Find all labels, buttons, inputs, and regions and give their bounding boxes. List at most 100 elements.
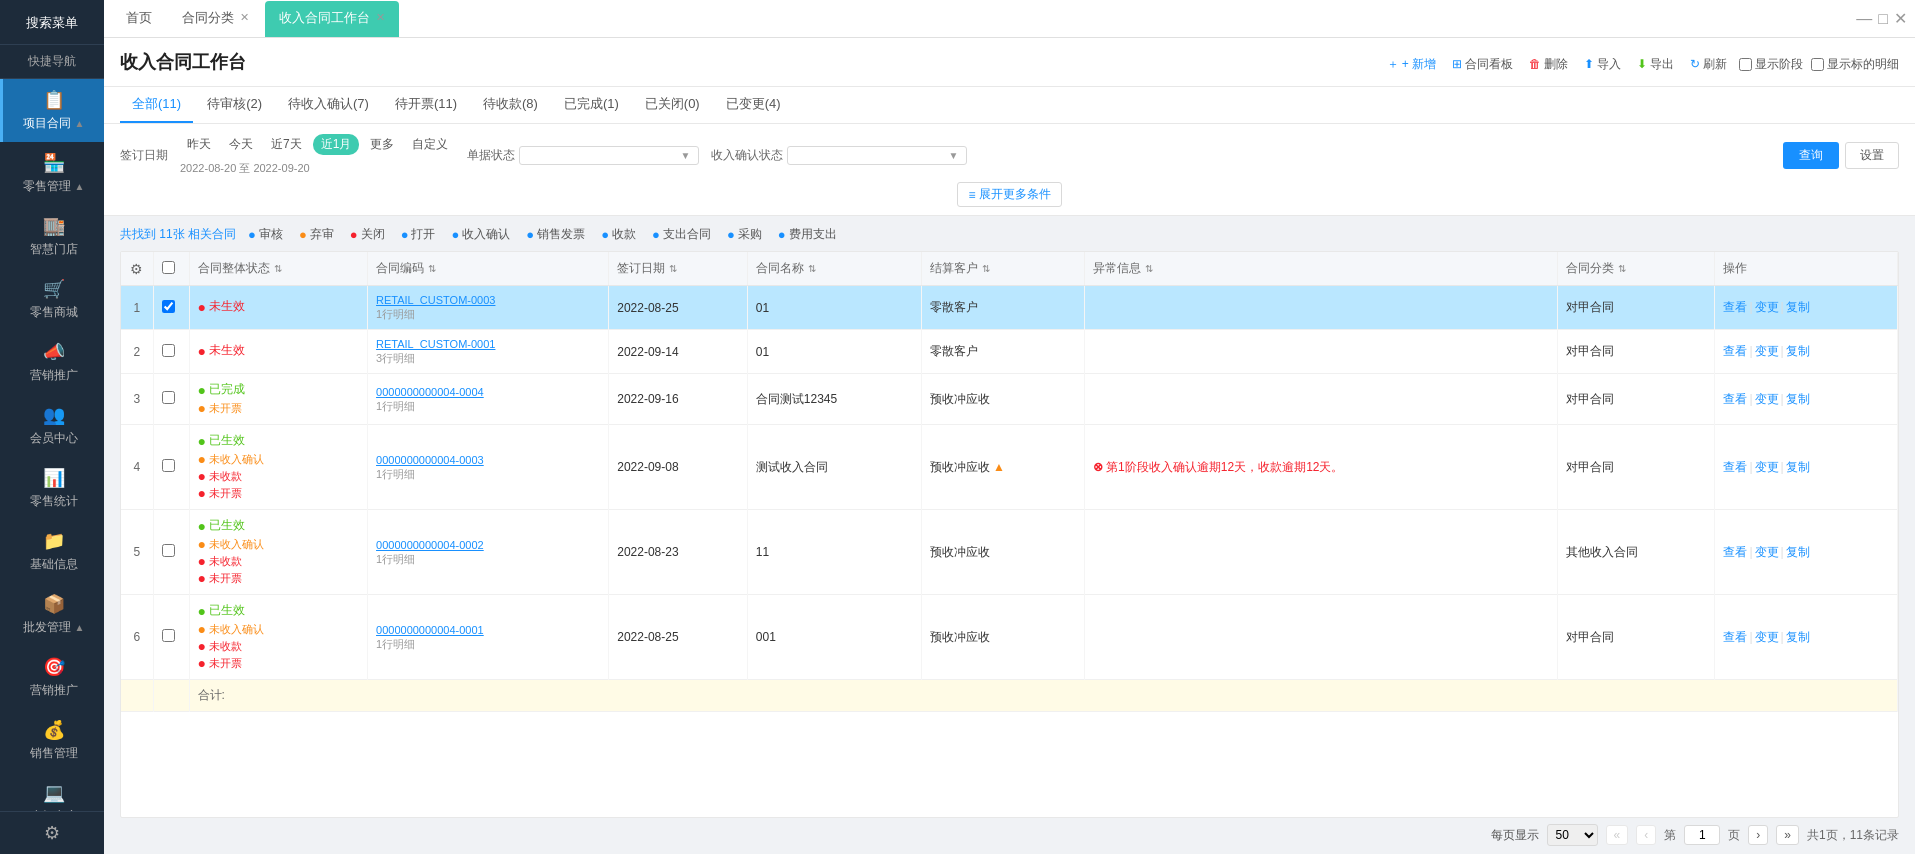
td-checkbox-4[interactable] xyxy=(153,425,189,510)
date-btn-last7days[interactable]: 近7天 xyxy=(264,134,309,155)
filter-tab-pending_payment[interactable]: 待收款(8) xyxy=(471,87,550,123)
prev-page-button[interactable]: ‹ xyxy=(1636,825,1656,845)
table-settings-icon[interactable]: ⚙ xyxy=(130,261,143,277)
sort-customer-icon[interactable]: ⇅ xyxy=(982,263,990,274)
sidebar-item-smart_store[interactable]: 🏬 智慧门店 xyxy=(0,205,104,268)
page-size-select[interactable]: 102050100 xyxy=(1547,824,1598,846)
next-page-button[interactable]: › xyxy=(1748,825,1768,845)
sidebar-item-xiaoyang[interactable]: 💻 小畅电商 xyxy=(0,772,104,811)
select-all-checkbox[interactable] xyxy=(162,261,175,274)
action-btn-payment[interactable]: ● 收款 xyxy=(597,224,640,245)
maximize-icon[interactable]: □ xyxy=(1878,10,1888,28)
td-checkbox-1[interactable] xyxy=(153,286,189,330)
action-btn-purchase[interactable]: ● 采购 xyxy=(723,224,766,245)
sort-date-icon[interactable]: ⇅ xyxy=(669,263,677,274)
date-btn-yesterday[interactable]: 昨天 xyxy=(180,134,218,155)
filter-tab-completed[interactable]: 已完成(1) xyxy=(552,87,631,123)
code-link-6[interactable]: 0000000000004-0001 xyxy=(376,624,484,636)
tab-contract_cat[interactable]: 合同分类 ✕ xyxy=(168,1,263,37)
code-link-5[interactable]: 0000000000004-0002 xyxy=(376,539,484,551)
op-复制-4[interactable]: 复制 xyxy=(1786,460,1810,474)
table-row[interactable]: 6 ● 已生效 ● 未收入确认 ● 未收款 ● 未开票 000000000000… xyxy=(121,595,1898,680)
code-link-3[interactable]: 0000000000004-0004 xyxy=(376,386,484,398)
op-复制-2[interactable]: 复制 xyxy=(1786,344,1810,358)
op-复制-1[interactable]: 复制 xyxy=(1786,300,1810,314)
filter-tab-pending_invoice[interactable]: 待开票(11) xyxy=(383,87,469,123)
sidebar-item-marketing[interactable]: 📣 营销推广 xyxy=(0,331,104,394)
last-page-button[interactable]: » xyxy=(1776,825,1799,845)
op-变更-5[interactable]: 变更 xyxy=(1755,545,1779,559)
date-btn-last1month[interactable]: 近1月 xyxy=(313,134,360,155)
sidebar-item-retail_stats[interactable]: 📊 零售统计 xyxy=(0,457,104,520)
show-segment-checkbox[interactable]: 显示阶段 xyxy=(1739,56,1803,73)
action-btn-out_contract[interactable]: ● 支出合同 xyxy=(648,224,715,245)
setting-button[interactable]: 设置 xyxy=(1845,142,1899,169)
sidebar-item-retail_mgmt[interactable]: 🏪 零售管理 ▲ xyxy=(0,142,104,205)
gear-icon[interactable]: ⚙ xyxy=(44,822,60,844)
row-checkbox-5[interactable] xyxy=(162,544,175,557)
sidebar-item-retail_mall[interactable]: 🛒 零售商城 xyxy=(0,268,104,331)
page-number-input[interactable] xyxy=(1684,825,1720,845)
delete-button[interactable]: 🗑 删除 xyxy=(1525,54,1572,75)
sidebar-search[interactable]: 搜索菜单 xyxy=(0,0,104,45)
table-row[interactable]: 2 ● 未生效 RETAIL_CUSTOM-0001 3行明细 2022-09-… xyxy=(121,330,1898,374)
sort-status-icon[interactable]: ⇅ xyxy=(274,263,282,274)
tab-close-income_workbench[interactable]: ✕ xyxy=(376,11,385,24)
sidebar-item-member[interactable]: 👥 会员中心 xyxy=(0,394,104,457)
td-checkbox-6[interactable] xyxy=(153,595,189,680)
income-confirm-select[interactable]: ▼ xyxy=(787,146,967,165)
op-查看-3[interactable]: 查看 xyxy=(1723,392,1747,406)
first-page-button[interactable]: « xyxy=(1606,825,1629,845)
sort-category-icon[interactable]: ⇅ xyxy=(1618,263,1626,274)
code-link-1[interactable]: RETAIL_CUSTOM-0003 xyxy=(376,294,495,306)
filter-tab-all[interactable]: 全部(11) xyxy=(120,87,193,123)
td-checkbox-5[interactable] xyxy=(153,510,189,595)
table-row[interactable]: 3 ● 已完成 ● 未开票 0000000000004-0004 1行明细 20… xyxy=(121,374,1898,425)
op-查看-6[interactable]: 查看 xyxy=(1723,630,1747,644)
action-btn-print[interactable]: ● 打开 xyxy=(397,224,440,245)
code-link-2[interactable]: RETAIL_CUSTOM-0001 xyxy=(376,338,495,350)
op-变更-4[interactable]: 变更 xyxy=(1755,460,1779,474)
close-window-icon[interactable]: ✕ xyxy=(1894,9,1907,28)
sort-error-icon[interactable]: ⇅ xyxy=(1145,263,1153,274)
row-checkbox-3[interactable] xyxy=(162,391,175,404)
table-row[interactable]: 4 ● 已生效 ● 未收入确认 ● 未收款 ● 未开票 000000000000… xyxy=(121,425,1898,510)
date-btn-today[interactable]: 今天 xyxy=(222,134,260,155)
table-row[interactable]: 5 ● 已生效 ● 未收入确认 ● 未收款 ● 未开票 000000000000… xyxy=(121,510,1898,595)
sort-code-icon[interactable]: ⇅ xyxy=(428,263,436,274)
sidebar-item-base_info[interactable]: 📁 基础信息 xyxy=(0,520,104,583)
tab-close-contract_cat[interactable]: ✕ xyxy=(240,11,249,24)
action-btn-expense_out[interactable]: ● 费用支出 xyxy=(774,224,841,245)
code-link-4[interactable]: 0000000000004-0003 xyxy=(376,454,484,466)
sidebar-item-marketing2[interactable]: 🎯 营销推广 xyxy=(0,646,104,709)
sort-name-icon[interactable]: ⇅ xyxy=(808,263,816,274)
sidebar-item-sales_mgmt[interactable]: 💰 销售管理 xyxy=(0,709,104,772)
query-button[interactable]: 查询 xyxy=(1783,142,1839,169)
op-查看-4[interactable]: 查看 xyxy=(1723,460,1747,474)
doc-status-select[interactable]: ▼ xyxy=(519,146,699,165)
contract-board-button[interactable]: ⊞ 合同看板 xyxy=(1448,54,1517,75)
row-checkbox-6[interactable] xyxy=(162,629,175,642)
op-查看-5[interactable]: 查看 xyxy=(1723,545,1747,559)
op-复制-5[interactable]: 复制 xyxy=(1786,545,1810,559)
filter-tab-pending_income_confirm[interactable]: 待收入确认(7) xyxy=(276,87,381,123)
op-复制-6[interactable]: 复制 xyxy=(1786,630,1810,644)
action-btn-abandon[interactable]: ● 弃审 xyxy=(295,224,338,245)
td-checkbox-2[interactable] xyxy=(153,330,189,374)
op-变更-1[interactable]: 变更 xyxy=(1755,300,1779,314)
show-marked-checkbox[interactable]: 显示标的明细 xyxy=(1811,56,1899,73)
tab-home[interactable]: 首页 xyxy=(112,1,166,37)
row-checkbox-1[interactable] xyxy=(162,300,175,313)
filter-tab-pending_review[interactable]: 待审核(2) xyxy=(195,87,274,123)
op-查看-1[interactable]: 查看 xyxy=(1723,300,1747,314)
expand-conditions-button[interactable]: ≡ 展开更多条件 xyxy=(957,182,1061,207)
filter-tab-changed[interactable]: 已变更(4) xyxy=(714,87,793,123)
sidebar-item-project[interactable]: 📋 项目合同 ▲ xyxy=(0,79,104,142)
minimize-icon[interactable]: — xyxy=(1856,10,1872,28)
row-checkbox-2[interactable] xyxy=(162,344,175,357)
import-button[interactable]: ⬆ 导入 xyxy=(1580,54,1625,75)
date-btn-custom[interactable]: 自定义 xyxy=(405,134,455,155)
row-checkbox-4[interactable] xyxy=(162,459,175,472)
op-复制-3[interactable]: 复制 xyxy=(1786,392,1810,406)
tab-income_workbench[interactable]: 收入合同工作台 ✕ xyxy=(265,1,399,37)
